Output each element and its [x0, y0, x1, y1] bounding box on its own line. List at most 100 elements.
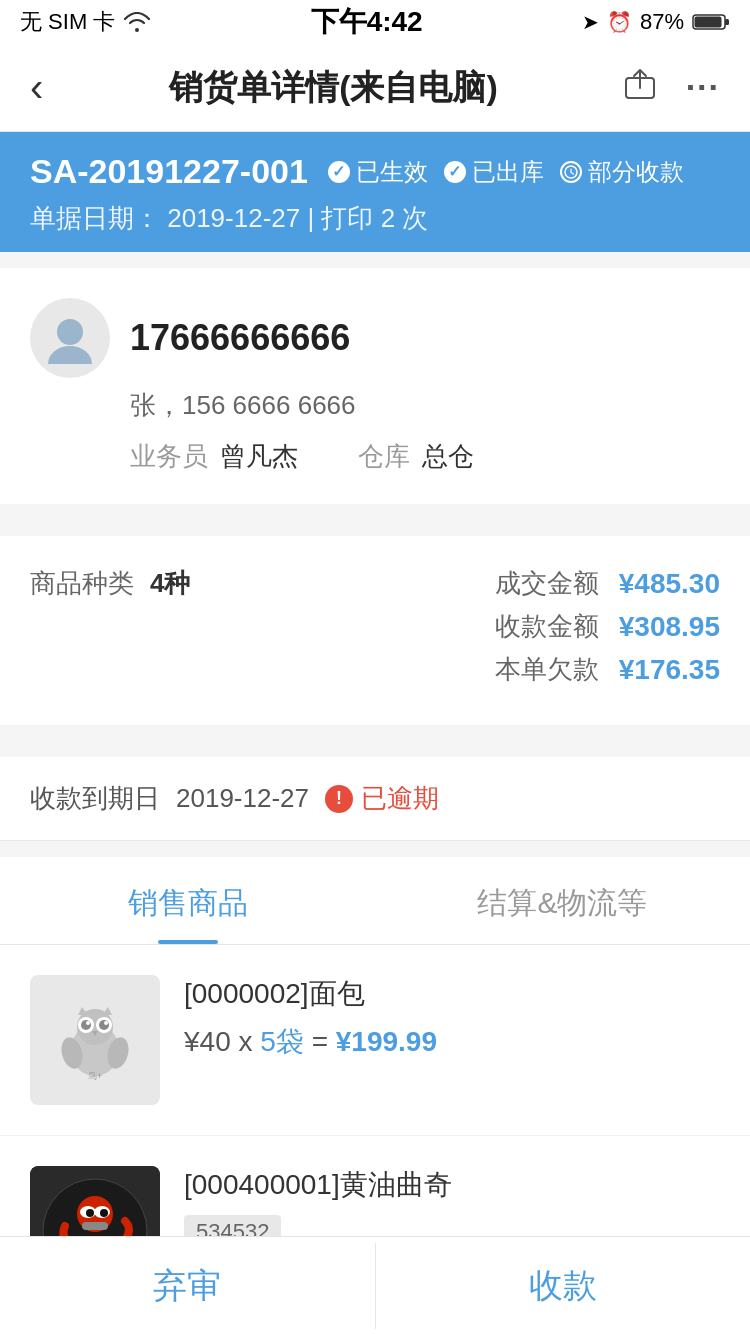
- print-count: 2: [381, 203, 395, 233]
- deal-amount: ¥485.30: [619, 568, 720, 600]
- check-icon-effective: ✓: [328, 161, 350, 183]
- svg-point-25: [86, 1209, 94, 1217]
- product-item-1: 鸟+ [0000002]面包 ¥40 x 5袋 = ¥199.99: [0, 945, 750, 1136]
- overdue-icon: !: [325, 785, 353, 813]
- received-amount-row: 收款金额 ¥308.95: [375, 609, 720, 644]
- collect-payment-button[interactable]: 收款: [376, 1243, 751, 1329]
- customer-meta-row: 业务员 曾凡杰 仓库 总仓: [130, 439, 720, 474]
- debt-label: 本单欠款: [495, 652, 599, 687]
- cancel-audit-button[interactable]: 弃审: [0, 1243, 376, 1329]
- category-label: 商品种类: [30, 566, 134, 601]
- svg-text:鸟+: 鸟+: [88, 1071, 102, 1081]
- debt-amount-row: 本单欠款 ¥176.35: [375, 652, 720, 687]
- price-qty-1: 5袋: [260, 1026, 304, 1057]
- more-icon[interactable]: ···: [686, 68, 720, 107]
- warehouse-label: 仓库: [358, 439, 410, 474]
- price-eq-1: =: [312, 1026, 336, 1057]
- deal-label: 成交金额: [495, 566, 599, 601]
- separator-2: [0, 520, 750, 536]
- status-time: 下午4:42: [311, 3, 423, 41]
- category-count: 4种: [150, 566, 190, 601]
- separator-4: [0, 841, 750, 857]
- sales-value: 曾凡杰: [220, 439, 298, 474]
- tab-settlement-label: 结算&物流等: [477, 886, 647, 919]
- product-price-1: ¥40 x 5袋 = ¥199.99: [184, 1023, 720, 1061]
- due-date: 2019-12-27: [176, 783, 309, 814]
- location-icon: ➤: [582, 10, 599, 34]
- overdue-text: 已逾期: [361, 781, 439, 816]
- order-badges: ✓ 已生效 ✓ 已出库 部分收款: [328, 156, 684, 188]
- nav-bar: ‹ 销货单详情(来自电脑) ···: [0, 44, 750, 132]
- tabs-row: 销售商品 结算&物流等: [0, 857, 750, 945]
- wifi-icon: [123, 12, 151, 32]
- product-img-1: 鸟+: [30, 975, 160, 1105]
- due-label: 收款到期日: [30, 781, 160, 816]
- svg-rect-2: [695, 17, 722, 28]
- status-right: ➤ ⏰ 87%: [582, 9, 730, 35]
- badge-shipped: ✓ 已出库: [444, 156, 544, 188]
- separator-1: [0, 252, 750, 268]
- svg-rect-27: [82, 1222, 108, 1230]
- tab-sales-products[interactable]: 销售商品: [0, 857, 375, 944]
- svg-point-26: [100, 1209, 108, 1217]
- badge-shipped-label: 已出库: [472, 156, 544, 188]
- date-label: 单据日期：: [30, 203, 160, 233]
- print-suffix: 次: [402, 203, 428, 233]
- svg-point-6: [48, 346, 92, 364]
- svg-point-13: [99, 1020, 109, 1030]
- svg-point-12: [81, 1020, 91, 1030]
- svg-point-5: [57, 319, 83, 345]
- tab-settlement[interactable]: 结算&物流等: [375, 857, 750, 944]
- due-date-section: 收款到期日 2019-12-27 ! 已逾期: [0, 757, 750, 841]
- badge-partial: 部分收款: [560, 156, 684, 188]
- stats-section: 商品种类 4种 成交金额 ¥485.30 收款金额 ¥308.95 本单欠款 ¥…: [0, 536, 750, 725]
- status-bar: 无 SIM 卡 下午4:42 ➤ ⏰ 87%: [0, 0, 750, 44]
- sales-meta: 业务员 曾凡杰: [130, 439, 298, 474]
- status-left: 无 SIM 卡: [20, 7, 151, 37]
- svg-point-15: [104, 1021, 108, 1025]
- warehouse-value: 总仓: [422, 439, 474, 474]
- deal-amount-row: 成交金额 ¥485.30: [375, 566, 720, 601]
- debt-amount: ¥176.35: [619, 654, 720, 686]
- sales-label: 业务员: [130, 439, 208, 474]
- customer-name-phone: 张，156 6666 6666: [130, 388, 720, 423]
- sim-label: 无 SIM 卡: [20, 7, 115, 37]
- order-date-row: 单据日期： 2019-12-27 | 打印 2 次: [30, 201, 720, 236]
- warehouse-meta: 仓库 总仓: [358, 439, 474, 474]
- back-button[interactable]: ‹: [30, 65, 43, 110]
- price-total-1: ¥199.99: [336, 1026, 437, 1057]
- order-date: 2019-12-27: [167, 203, 300, 233]
- customer-avatar: [30, 298, 110, 378]
- product-code-1: [0000002]面包: [184, 975, 720, 1013]
- nav-actions: ···: [624, 68, 720, 108]
- order-header-banner: SA-20191227-001 ✓ 已生效 ✓ 已出库 部分收款: [0, 132, 750, 252]
- battery-icon: [692, 12, 730, 32]
- badge-partial-label: 部分收款: [588, 156, 684, 188]
- order-id: SA-20191227-001: [30, 152, 308, 191]
- svg-rect-1: [725, 19, 729, 25]
- tab-sales-label: 销售商品: [128, 886, 248, 919]
- price-base-1: ¥40 x: [184, 1026, 260, 1057]
- product-details-1: [0000002]面包 ¥40 x 5袋 = ¥199.99: [184, 975, 720, 1061]
- share-icon[interactable]: [624, 68, 656, 108]
- check-icon-shipped: ✓: [444, 161, 466, 183]
- separator-3: [0, 741, 750, 757]
- customer-section: 17666666666 张，156 6666 6666 业务员 曾凡杰 仓库 总…: [0, 268, 750, 504]
- product-code-2: [000400001]黄油曲奇: [184, 1166, 720, 1204]
- stats-right: 成交金额 ¥485.30 收款金额 ¥308.95 本单欠款 ¥176.35: [375, 566, 720, 695]
- print-label: | 打印: [307, 203, 373, 233]
- tabs-section: 销售商品 结算&物流等: [0, 857, 750, 945]
- page-title: 销货单详情(来自电脑): [169, 65, 498, 111]
- battery-percent: 87%: [640, 9, 684, 35]
- stats-left: 商品种类 4种: [30, 566, 375, 609]
- received-label: 收款金额: [495, 609, 599, 644]
- overdue-badge: ! 已逾期: [325, 781, 439, 816]
- bottom-bar: 弃审 收款: [0, 1236, 750, 1334]
- customer-phone: 17666666666: [130, 317, 350, 359]
- svg-point-14: [86, 1021, 90, 1025]
- alarm-icon: ⏰: [607, 10, 632, 34]
- badge-effective: ✓ 已生效: [328, 156, 428, 188]
- clock-icon: [560, 161, 582, 183]
- received-amount: ¥308.95: [619, 611, 720, 643]
- product-thumbnail-owl: 鸟+: [30, 975, 160, 1105]
